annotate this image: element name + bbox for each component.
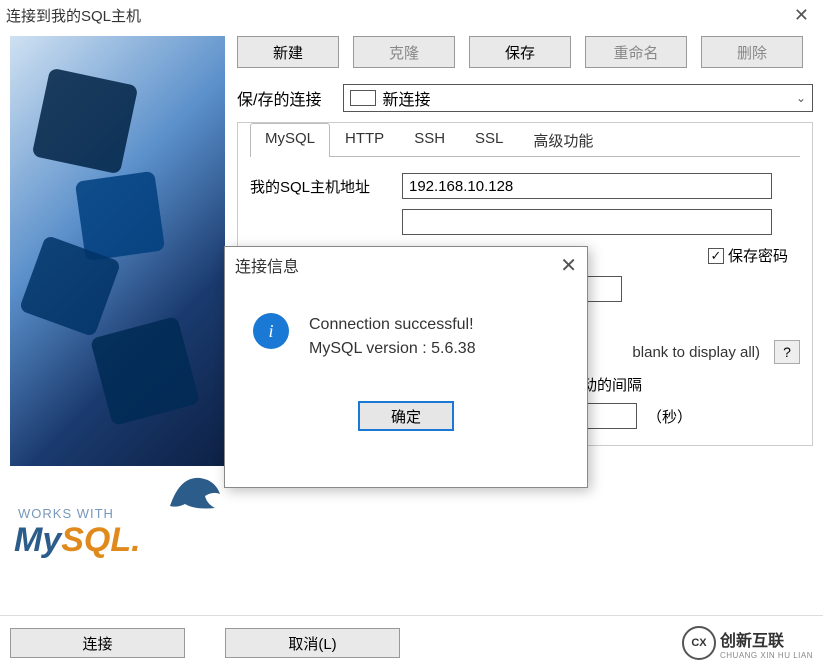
save-password-checkbox[interactable]: ✓ 保存密码 [708, 245, 788, 266]
dialog-close-icon[interactable]: ✕ [560, 253, 577, 278]
tab-ssl[interactable]: SSL [460, 123, 518, 157]
window-title: 连接到我的SQL主机 [6, 5, 141, 26]
tab-ssh[interactable]: SSH [399, 123, 460, 157]
seconds-label-2: （秒） [647, 406, 692, 427]
close-icon[interactable]: ✕ [786, 5, 817, 26]
host-input[interactable] [402, 173, 772, 199]
saved-connections-select[interactable]: 新连接 ⌄ [343, 84, 813, 112]
dialog-message-line2: MySQL version : 5.6.38 [309, 337, 476, 361]
brand-name-py: CHUANG XIN HU LIAN [720, 651, 813, 660]
dialog-title: 连接信息 [235, 253, 299, 277]
save-password-label: 保存密码 [728, 245, 788, 266]
mysql-logo: MySQL. [14, 521, 141, 560]
tab-advanced[interactable]: 高级功能 [518, 123, 608, 157]
blank-hint: blank to display all) [632, 344, 760, 361]
saved-connections-label: 保/存的连接 [237, 86, 321, 110]
ok-button[interactable]: 确定 [358, 401, 454, 431]
delete-button[interactable]: 删除 [701, 36, 803, 68]
chevron-down-icon: ⌄ [796, 91, 806, 105]
saved-connections-value: 新连接 [382, 86, 430, 110]
rename-button[interactable]: 重命名 [585, 36, 687, 68]
tab-http[interactable]: HTTP [330, 123, 399, 157]
connect-button[interactable]: 连接 [10, 628, 185, 658]
cancel-button[interactable]: 取消(L) [225, 628, 400, 658]
dialog-message-line1: Connection successful! [309, 313, 476, 337]
connection-info-dialog: 连接信息 ✕ i Connection successful! MySQL ve… [224, 246, 588, 488]
clone-button[interactable]: 克隆 [353, 36, 455, 68]
info-icon: i [253, 313, 289, 349]
tab-mysql[interactable]: MySQL [250, 123, 330, 157]
dolphin-icon [165, 466, 225, 516]
works-with-label: WORKS WITH [18, 506, 114, 521]
checkbox-icon: ✓ [708, 248, 724, 264]
save-button[interactable]: 保存 [469, 36, 571, 68]
sidebar-image: WORKS WITH MySQL. [10, 36, 225, 596]
brand-logo: CX 创新互联 CHUANG XIN HU LIAN [682, 626, 813, 660]
brand-name-cn: 创新互联 [720, 627, 813, 651]
help-button[interactable]: ? [774, 340, 800, 364]
new-button[interactable]: 新建 [237, 36, 339, 68]
field-input-2[interactable] [402, 209, 772, 235]
host-label: 我的SQL主机地址 [250, 176, 392, 197]
color-swatch [350, 90, 376, 106]
